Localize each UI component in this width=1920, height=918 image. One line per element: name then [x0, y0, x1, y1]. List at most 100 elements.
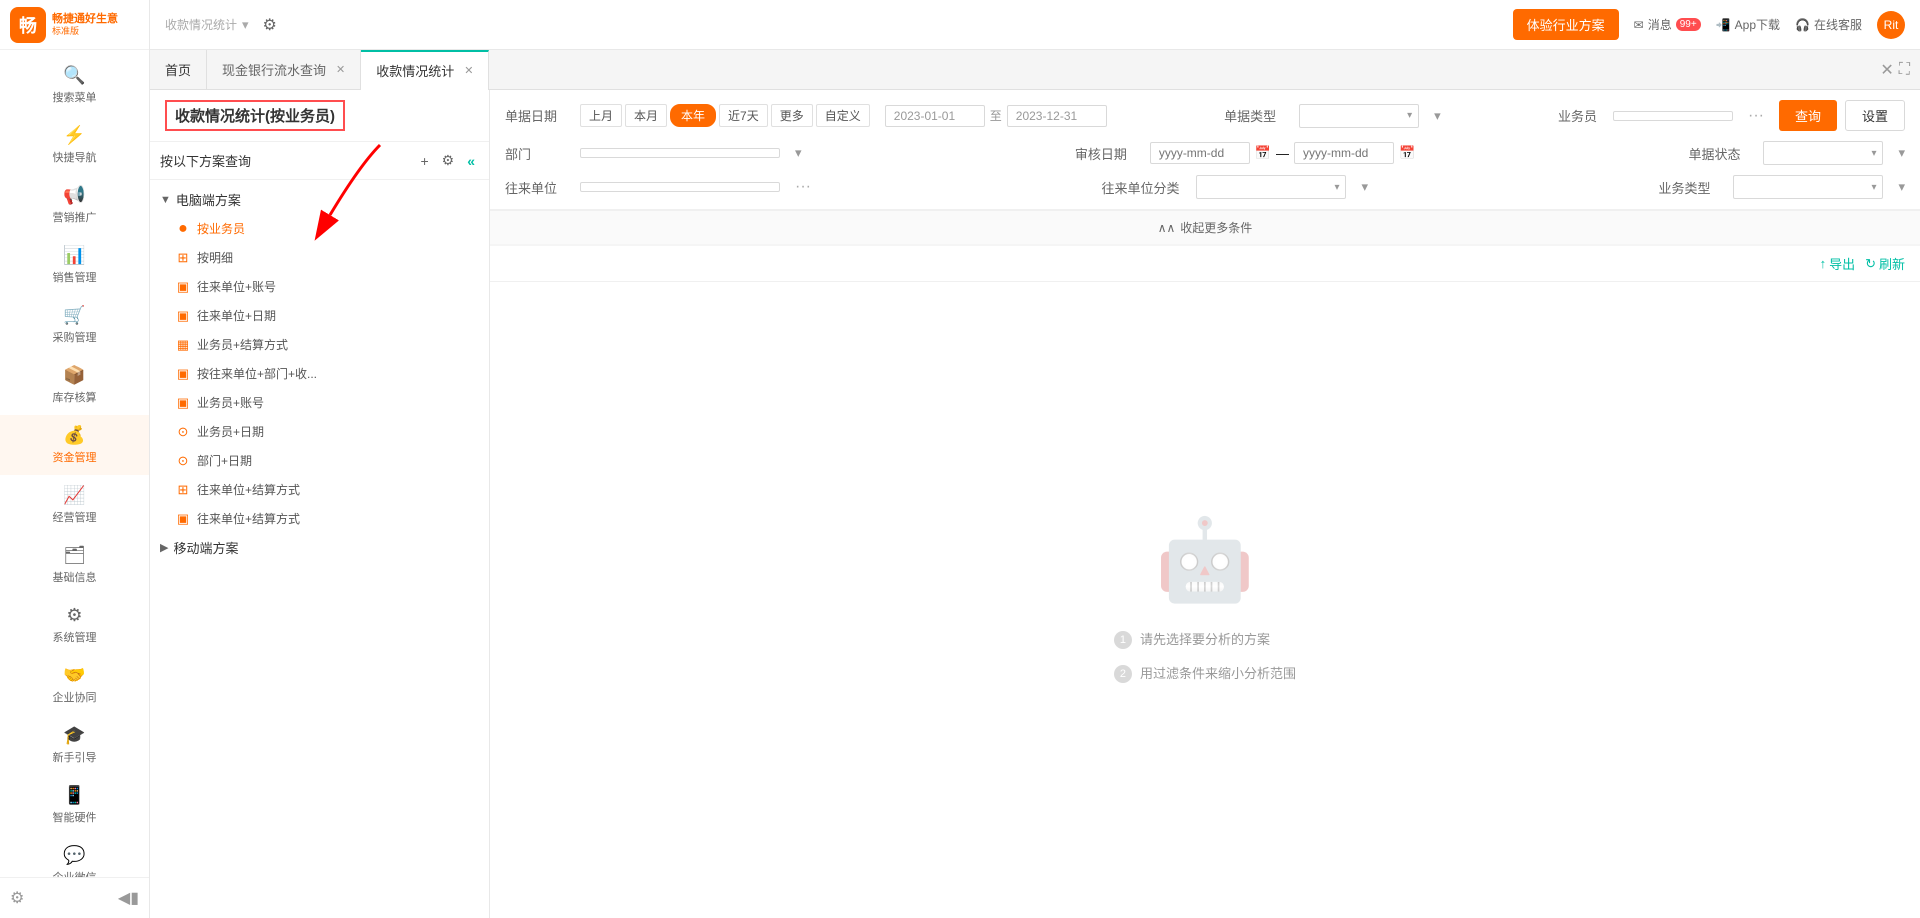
- date-from-input[interactable]: [885, 105, 985, 127]
- scheme-item-by-detail[interactable]: ⊞ 按明细: [150, 243, 489, 272]
- scheme-item-dept-date[interactable]: ⊙ 部门+日期: [150, 446, 489, 475]
- sidebar-item-cooperation[interactable]: 🤝 企业协同: [0, 655, 149, 715]
- tab-collection-stats[interactable]: 收款情况统计 ✕: [361, 50, 489, 90]
- tab-collection-stats-close[interactable]: ✕: [464, 64, 473, 77]
- sidebar-item-system[interactable]: ⚙ 系统管理: [0, 595, 149, 655]
- sidebar-item-smart-hw[interactable]: 📱 智能硬件: [0, 775, 149, 835]
- doc-type-select-wrapper: [1299, 104, 1419, 128]
- doc-status-label: 单据状态: [1688, 144, 1748, 163]
- partner-more-icon[interactable]: ···: [795, 178, 811, 196]
- desktop-arrow-icon: ▼: [160, 194, 171, 206]
- tab-expand-btn[interactable]: ⛶: [1899, 61, 1910, 79]
- right-panel: 单据日期 上月 本月 本年 近7天 更多 自定义 至: [490, 90, 1920, 918]
- last-7-btn[interactable]: 近7天: [719, 104, 768, 127]
- scheme-item-by-salesperson[interactable]: ● 按业务员: [150, 214, 489, 243]
- calendar-icon-to[interactable]: 📅: [1399, 145, 1415, 161]
- left-panel: 收款情况统计(按业务员) 按以下方案查询 + ⚙ « ▼ 电脑端方案: [150, 90, 490, 918]
- sidebar-item-finance[interactable]: 💰 资金管理: [0, 415, 149, 475]
- date-range: 至: [885, 105, 1107, 127]
- doc-status-select[interactable]: [1763, 141, 1883, 165]
- sidebar-item-guide[interactable]: 🎓 新手引导: [0, 715, 149, 775]
- finance-icon: 💰: [63, 425, 85, 446]
- partner-category-select[interactable]: [1196, 175, 1346, 199]
- search-icon: 🔍: [63, 65, 85, 86]
- scheme-settings-btn[interactable]: ⚙: [438, 150, 459, 171]
- settings-button[interactable]: 设置: [1845, 100, 1905, 131]
- scheme-item-partner-dept[interactable]: ▣ 按往来单位+部门+收...: [150, 359, 489, 388]
- sidebar-item-operations[interactable]: 📈 经营管理: [0, 475, 149, 535]
- partner-dept-icon: ▣: [175, 366, 191, 382]
- date-to-input[interactable]: [1007, 105, 1107, 127]
- smart-hw-icon: 📱: [63, 785, 85, 806]
- partner-input[interactable]: [580, 182, 780, 192]
- refresh-icon: ↻: [1865, 256, 1876, 272]
- review-date-from[interactable]: [1150, 142, 1250, 164]
- breadcrumb-text: 收款情况统计: [165, 16, 237, 33]
- trial-button[interactable]: 体验行业方案: [1513, 9, 1619, 40]
- partner-account-icon: ▣: [175, 279, 191, 295]
- review-date-label: 审核日期: [1075, 144, 1135, 163]
- scheme-group-desktop-header[interactable]: ▼ 电脑端方案: [150, 185, 489, 214]
- scheme-item-partner-account[interactable]: ▣ 往来单位+账号: [150, 272, 489, 301]
- sidebar-item-basic-info[interactable]: 🗂 基础信息: [0, 535, 149, 595]
- sidebar-settings-btn[interactable]: ⚙: [10, 888, 24, 908]
- message-area[interactable]: ✉ 消息 99+: [1634, 16, 1701, 33]
- mobile-arrow-icon: ▶: [160, 541, 168, 554]
- user-avatar[interactable]: Rit: [1877, 11, 1905, 39]
- sidebar-item-sales[interactable]: 📊 销售管理: [0, 235, 149, 295]
- review-date-to[interactable]: [1294, 142, 1394, 164]
- this-year-btn[interactable]: 本年: [670, 104, 716, 127]
- topbar-actions: ✉ 消息 99+ 📲 App下载 🎧 在线客服 Rit: [1634, 11, 1905, 39]
- online-service-area[interactable]: 🎧 在线客服: [1795, 16, 1862, 33]
- sidebar-item-purchase[interactable]: 🛒 采购管理: [0, 295, 149, 355]
- sidebar-item-inventory[interactable]: 📦 库存核算: [0, 355, 149, 415]
- tab-home[interactable]: 首页: [150, 50, 207, 90]
- doc-type-select[interactable]: [1299, 104, 1419, 128]
- topbar-settings-btn[interactable]: ⚙: [259, 13, 281, 37]
- business-type-select[interactable]: [1733, 175, 1883, 199]
- export-button[interactable]: ↑ 导出: [1820, 254, 1856, 273]
- more-date-btn[interactable]: 更多: [771, 104, 813, 127]
- partner-settlement2-icon: ▣: [175, 511, 191, 527]
- salesperson-more-icon[interactable]: ···: [1748, 107, 1764, 125]
- scheme-item-salesperson-account[interactable]: ▣ 业务员+账号: [150, 388, 489, 417]
- sidebar-item-quick-nav[interactable]: ⚡ 快捷导航: [0, 115, 149, 175]
- collapse-bar[interactable]: ∧∧ 收起更多条件: [490, 210, 1920, 244]
- last-month-btn[interactable]: 上月: [580, 104, 622, 127]
- this-month-btn[interactable]: 本月: [625, 104, 667, 127]
- calendar-icon-from[interactable]: 📅: [1255, 145, 1271, 161]
- tab-close-all-btn[interactable]: ✕: [1880, 60, 1893, 80]
- query-button[interactable]: 查询: [1779, 100, 1837, 131]
- desktop-scheme-items: ● 按业务员 ⊞ 按明细 ▣ 往来单位+账号 ▣: [150, 214, 489, 533]
- scheme-item-partner-date[interactable]: ▣ 往来单位+日期: [150, 301, 489, 330]
- scheme-item-salesperson-date[interactable]: ⊙ 业务员+日期: [150, 417, 489, 446]
- wechat-icon: 💬: [63, 845, 85, 866]
- message-badge: 99+: [1676, 18, 1701, 31]
- sidebar-item-search[interactable]: 🔍 搜索菜单: [0, 55, 149, 115]
- service-icon: 🎧: [1795, 18, 1810, 32]
- empty-step-1: 1 请先选择要分析的方案: [1114, 627, 1296, 653]
- empty-illustration: 🤖: [1155, 513, 1255, 607]
- add-scheme-btn[interactable]: +: [416, 151, 432, 171]
- collapse-panel-btn[interactable]: «: [463, 151, 479, 171]
- refresh-button[interactable]: ↻ 刷新: [1865, 254, 1905, 273]
- tab-bank-flow-close[interactable]: ✕: [336, 63, 345, 76]
- scheme-item-partner-settlement1[interactable]: ⊞ 往来单位+结算方式: [150, 475, 489, 504]
- app-download-area[interactable]: 📲 App下载: [1716, 16, 1780, 33]
- scheme-item-salesperson-settlement[interactable]: ▦ 业务员+结算方式: [150, 330, 489, 359]
- scheme-group-mobile-header[interactable]: ▶ 移动端方案: [150, 533, 489, 562]
- sidebar-item-marketing[interactable]: 📢 营销推广: [0, 175, 149, 235]
- salesperson-input[interactable]: [1613, 111, 1733, 121]
- partner-category-select-wrapper: [1196, 175, 1346, 199]
- business-type-label: 业务类型: [1658, 178, 1718, 197]
- breadcrumb-arrow: ▾: [242, 17, 249, 33]
- guide-icon: 🎓: [63, 725, 85, 746]
- custom-date-btn[interactable]: 自定义: [816, 104, 870, 127]
- empty-steps-list: 1 请先选择要分析的方案 2 用过滤条件来缩小分析范围: [1114, 627, 1296, 687]
- scheme-item-partner-settlement2[interactable]: ▣ 往来单位+结算方式: [150, 504, 489, 533]
- filter-section: 单据日期 上月 本月 本年 近7天 更多 自定义 至: [490, 90, 1920, 244]
- sidebar-item-wechat[interactable]: 💬 企业微信: [0, 835, 149, 877]
- dept-input[interactable]: [580, 148, 780, 158]
- sidebar-collapse-btn[interactable]: ◀▮: [118, 888, 139, 908]
- tab-bank-flow[interactable]: 现金银行流水查询 ✕: [207, 50, 361, 90]
